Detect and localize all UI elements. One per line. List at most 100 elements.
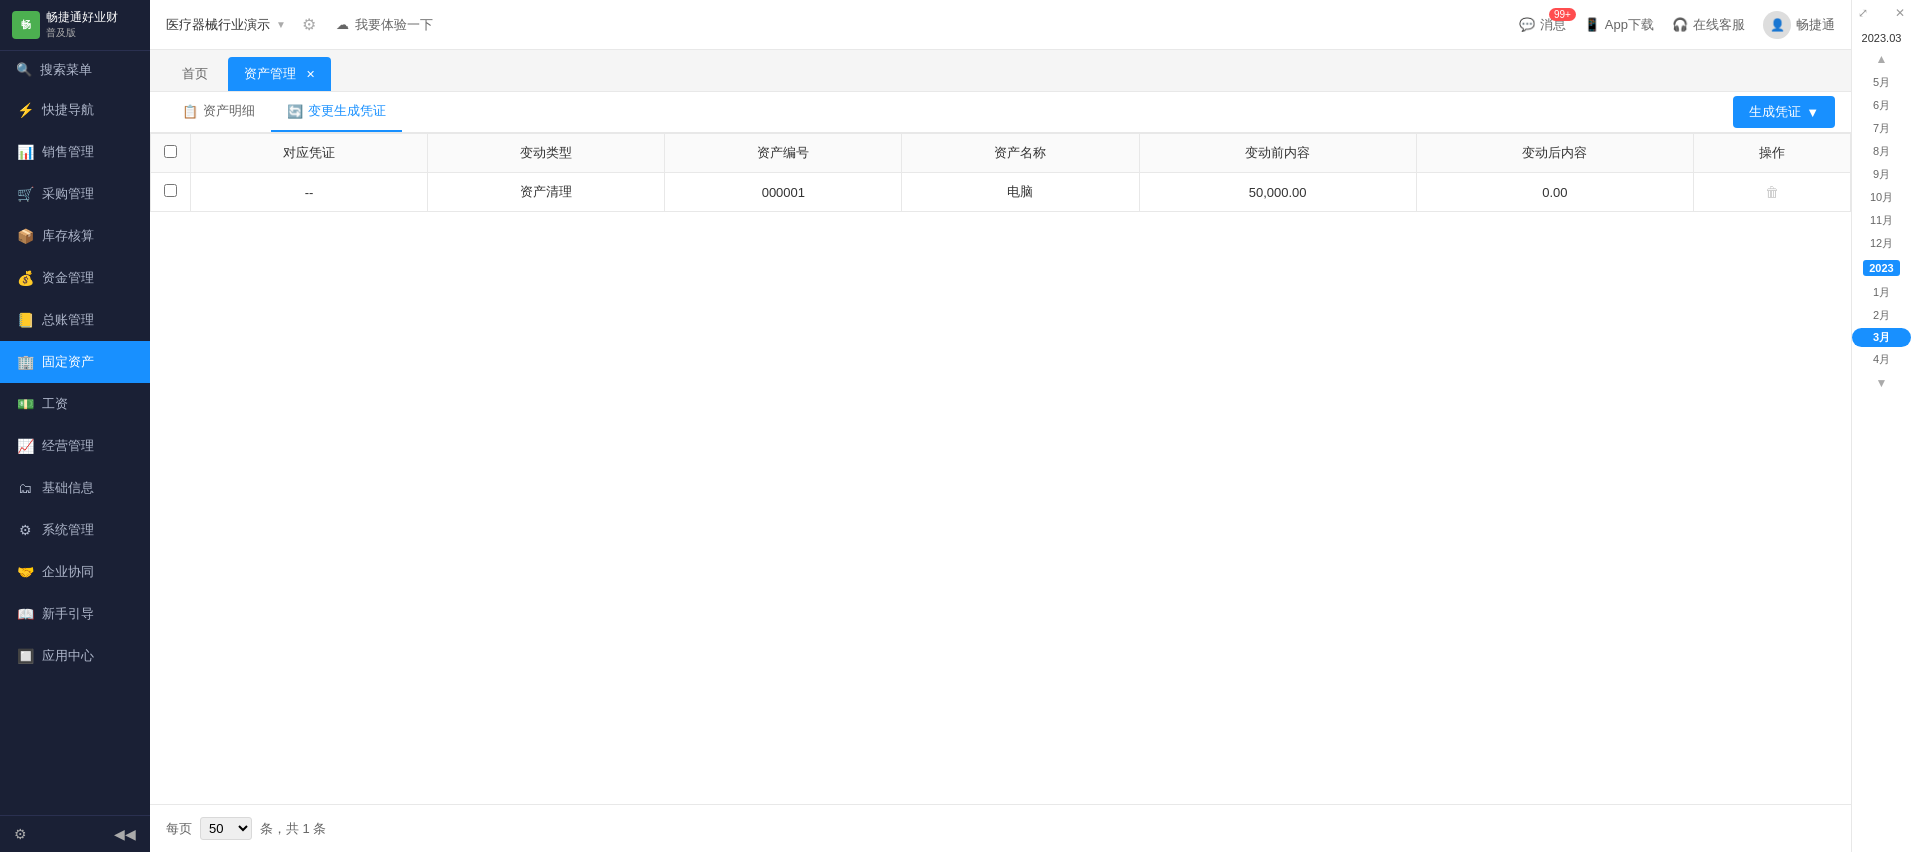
month-6[interactable]: 6月 <box>1852 95 1911 116</box>
company-arrow-icon: ▼ <box>276 19 286 30</box>
header-change-type: 变动类型 <box>428 134 665 173</box>
content-area: 📋 资产明细 🔄 变更生成凭证 生成凭证 ▼ <box>150 92 1851 852</box>
user-profile[interactable]: 👤 畅捷通 <box>1763 11 1835 39</box>
year-2023-label: 2023 <box>1863 260 1899 276</box>
sidebar-nav: ⚡ 快捷导航 📊 销售管理 🛒 采购管理 📦 库存核算 💰 资金管理 📒 总账管… <box>0 89 150 815</box>
base-info-icon: 🗂 <box>16 480 34 496</box>
data-table: 对应凭证 变动类型 资产编号 资产名称 变动前内容 <box>150 133 1851 212</box>
sub-tabs: 📋 资产明细 🔄 变更生成凭证 生成凭证 ▼ <box>150 92 1851 133</box>
experience-button[interactable]: ☁ 我要体验一下 <box>336 16 433 34</box>
sidebar-bottom: ⚙ ◀◀ <box>0 815 150 852</box>
tab-home[interactable]: 首页 <box>166 57 224 91</box>
table-header-row: 对应凭证 变动类型 资产编号 资产名称 变动前内容 <box>151 134 1851 173</box>
change-voucher-icon: 🔄 <box>287 104 303 119</box>
header-asset-name: 资产名称 <box>902 134 1139 173</box>
message-button[interactable]: 💬 消息 99+ <box>1519 16 1566 34</box>
sidebar-item-fixed-assets[interactable]: 🏢 固定资产 <box>0 341 150 383</box>
month-2023-1[interactable]: 1月 <box>1852 282 1911 303</box>
right-panel-header: 2023.03 <box>1862 32 1902 44</box>
sub-tab-asset-detail[interactable]: 📋 资产明细 <box>166 92 271 132</box>
sidebar: 畅 畅捷通好业财 普及版 🔍 搜索菜单 ⚡ 快捷导航 📊 销售管理 🛒 采购管理… <box>0 0 150 852</box>
per-page-select[interactable]: 50 10 20 100 <box>200 817 252 840</box>
sidebar-logo: 畅 畅捷通好业财 普及版 <box>0 0 150 51</box>
funds-icon: 💰 <box>16 270 34 286</box>
delete-icon[interactable]: 🗑 <box>1765 184 1779 200</box>
sidebar-item-quick-nav[interactable]: ⚡ 快捷导航 <box>0 89 150 131</box>
experience-icon: ☁ <box>336 17 349 32</box>
scroll-up-icon[interactable]: ▲ <box>1876 48 1888 70</box>
month-9[interactable]: 9月 <box>1852 164 1911 185</box>
right-panel: ✕ ⤢ 2023.03 ▲ 5月 6月 7月 8月 9月 10月 11月 12月… <box>1851 0 1911 852</box>
tab-close-icon[interactable]: ✕ <box>306 68 315 80</box>
month-10[interactable]: 10月 <box>1852 187 1911 208</box>
sidebar-item-base-info[interactable]: 🗂 基础信息 <box>0 467 150 509</box>
pagination: 每页 50 10 20 100 条，共 1 条 <box>150 804 1851 852</box>
asset-detail-icon: 📋 <box>182 104 198 119</box>
right-panel-close-icon[interactable]: ✕ <box>1895 6 1905 20</box>
month-list: ▲ 5月 6月 7月 8月 9月 10月 11月 12月 2023 1月 2月 … <box>1852 48 1911 848</box>
row-after: 0.00 <box>1416 173 1693 212</box>
header-after: 变动后内容 <box>1416 134 1693 173</box>
company-name: 医疗器械行业演示 <box>166 16 270 34</box>
quick-nav-icon: ⚡ <box>16 102 34 118</box>
sidebar-item-purchase[interactable]: 🛒 采购管理 <box>0 173 150 215</box>
header-action: 操作 <box>1693 134 1850 173</box>
tab-asset-management[interactable]: 资产管理 ✕ <box>228 57 331 91</box>
month-5[interactable]: 5月 <box>1852 72 1911 93</box>
row-change-type: 资产清理 <box>428 173 665 212</box>
guide-icon: 📖 <box>16 606 34 622</box>
sidebar-item-enterprise[interactable]: 🤝 企业协同 <box>0 551 150 593</box>
sidebar-item-inventory[interactable]: 📦 库存核算 <box>0 215 150 257</box>
right-panel-expand-icon[interactable]: ⤢ <box>1858 6 1868 20</box>
sidebar-item-salary[interactable]: 💵 工资 <box>0 383 150 425</box>
sidebar-item-guide[interactable]: 📖 新手引导 <box>0 593 150 635</box>
month-2023-2[interactable]: 2月 <box>1852 305 1911 326</box>
sidebar-item-sales[interactable]: 📊 销售管理 <box>0 131 150 173</box>
avatar: 👤 <box>1763 11 1791 39</box>
select-all-checkbox[interactable] <box>164 145 177 158</box>
company-selector[interactable]: 医疗器械行业演示 ▼ <box>166 16 286 34</box>
topbar-right: 💬 消息 99+ 📱 App下载 🎧 在线客服 👤 畅捷通 <box>1519 11 1835 39</box>
sidebar-item-funds[interactable]: 💰 资金管理 <box>0 257 150 299</box>
logo-text: 畅捷通好业财 普及版 <box>46 10 118 40</box>
row-before: 50,000.00 <box>1139 173 1416 212</box>
month-2023-4[interactable]: 4月 <box>1852 349 1911 370</box>
app-download-button[interactable]: 📱 App下载 <box>1584 16 1654 34</box>
search-icon: 🔍 <box>16 62 32 77</box>
header-asset-code: 资产编号 <box>665 134 902 173</box>
month-12[interactable]: 12月 <box>1852 233 1911 254</box>
topbar-settings-icon[interactable]: ⚙ <box>302 15 316 34</box>
generate-btn-arrow-icon: ▼ <box>1806 105 1819 120</box>
row-checkbox-cell <box>151 173 191 212</box>
settings-bottom-icon[interactable]: ⚙ <box>14 826 27 842</box>
fixed-assets-icon: 🏢 <box>16 354 34 370</box>
generate-voucher-button[interactable]: 生成凭证 ▼ <box>1733 96 1835 128</box>
month-7[interactable]: 7月 <box>1852 118 1911 139</box>
month-2023-3[interactable]: 3月 <box>1852 328 1911 347</box>
month-11[interactable]: 11月 <box>1852 210 1911 231</box>
message-icon: 💬 <box>1519 17 1535 32</box>
scroll-down-icon[interactable]: ▼ <box>1876 372 1888 394</box>
sidebar-item-operations[interactable]: 📈 经营管理 <box>0 425 150 467</box>
header-voucher: 对应凭证 <box>191 134 428 173</box>
sidebar-item-system[interactable]: ⚙ 系统管理 <box>0 509 150 551</box>
app-download-icon: 📱 <box>1584 17 1600 32</box>
sidebar-item-app-center[interactable]: 🔲 应用中心 <box>0 635 150 677</box>
row-checkbox[interactable] <box>164 184 177 197</box>
enterprise-icon: 🤝 <box>16 564 34 580</box>
system-icon: ⚙ <box>16 522 34 538</box>
header-checkbox-cell <box>151 134 191 173</box>
sidebar-item-ledger[interactable]: 📒 总账管理 <box>0 299 150 341</box>
row-action: 🗑 <box>1693 173 1850 212</box>
app-center-icon: 🔲 <box>16 648 34 664</box>
row-asset-code: 000001 <box>665 173 902 212</box>
operations-icon: 📈 <box>16 438 34 454</box>
logo-icon: 畅 <box>12 11 40 39</box>
sales-icon: 📊 <box>16 144 34 160</box>
collapse-icon[interactable]: ◀◀ <box>114 826 136 842</box>
online-service-button[interactable]: 🎧 在线客服 <box>1672 16 1745 34</box>
sidebar-search[interactable]: 🔍 搜索菜单 <box>0 51 150 89</box>
month-8[interactable]: 8月 <box>1852 141 1911 162</box>
row-asset-name: 电脑 <box>902 173 1139 212</box>
sub-tab-change-voucher[interactable]: 🔄 变更生成凭证 <box>271 92 402 132</box>
